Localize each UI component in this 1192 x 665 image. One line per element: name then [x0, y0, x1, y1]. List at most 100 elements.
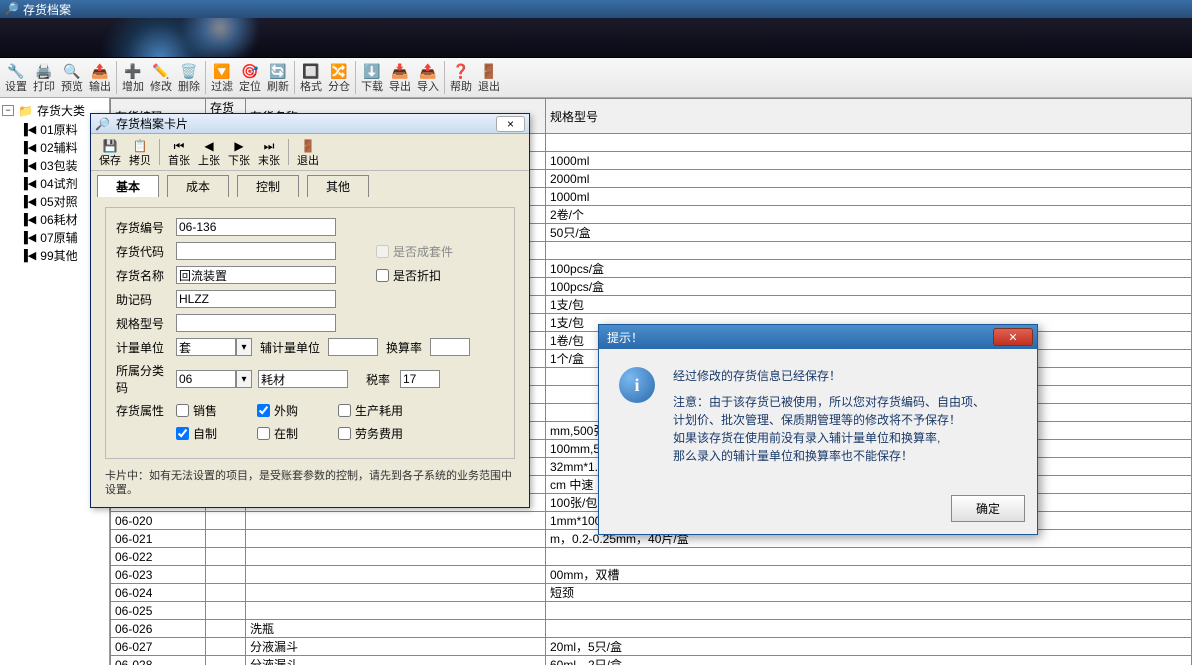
- card-toolbar-icon: 📋: [130, 137, 150, 155]
- kit-label: 是否成套件: [393, 243, 453, 260]
- card-toolbar-label: 下张: [228, 155, 250, 167]
- tree-leaf-icon: ▐◀: [20, 159, 36, 172]
- tree-leaf-icon: ▐◀: [20, 213, 36, 226]
- cell: [206, 530, 246, 548]
- toolbar-增加[interactable]: ➕增加: [119, 59, 147, 96]
- cell: 00mm，双槽: [546, 566, 1192, 584]
- table-row[interactable]: 06-025: [111, 602, 1192, 620]
- card-title: 存货档案卡片: [116, 115, 496, 132]
- cat-text-input[interactable]: [258, 370, 348, 388]
- cat-lookup-button[interactable]: ▾: [236, 370, 252, 388]
- card-toolbar-下张[interactable]: ▶下张: [225, 137, 253, 167]
- wip-checkbox[interactable]: [257, 427, 270, 440]
- tax-input[interactable]: [400, 370, 440, 388]
- mnemonic-input[interactable]: [176, 290, 336, 308]
- card-toolbar-退出[interactable]: 🚪退出: [294, 137, 322, 167]
- unit-input[interactable]: [176, 338, 236, 356]
- card-toolbar-上张[interactable]: ◀上张: [195, 137, 223, 167]
- unit-label: 计量单位: [116, 339, 172, 356]
- spec-input[interactable]: [176, 314, 336, 332]
- toolbar-导出[interactable]: 📥导出: [386, 59, 414, 96]
- tree-item-label: 06耗材: [40, 211, 77, 228]
- alias-input[interactable]: [176, 242, 336, 260]
- table-row[interactable]: 06-028分液漏斗60ml，2只/盒: [111, 656, 1192, 665]
- table-row[interactable]: 06-027分液漏斗20ml，5只/盒: [111, 638, 1192, 656]
- alias-label: 存货代码: [116, 243, 172, 260]
- card-toolbar-末张[interactable]: ⏭末张: [255, 137, 283, 167]
- card-toolbar-icon: 🚪: [298, 137, 318, 155]
- tree-leaf-icon: ▐◀: [20, 231, 36, 244]
- card-footnote: 卡片中：如有无法设置的项目，是受账套参数的控制，请先到各子系统的业务范围中设置。: [105, 469, 515, 497]
- toolbar-label: 帮助: [450, 81, 472, 93]
- toolbar-label: 定位: [239, 81, 261, 93]
- toolbar-修改[interactable]: ✏️修改: [147, 59, 175, 96]
- cat-input[interactable]: [176, 370, 236, 388]
- code-input[interactable]: [176, 218, 336, 236]
- wip-label: 在制: [274, 425, 298, 442]
- toolbar-分仓[interactable]: 🔀分仓: [325, 59, 353, 96]
- tree-root-label: 存货大类: [37, 102, 85, 119]
- labor-label: 劳务费用: [355, 425, 403, 442]
- cell: 100pcs/盒: [546, 278, 1192, 296]
- discount-label: 是否折扣: [393, 267, 441, 284]
- table-row[interactable]: 06-024短颈: [111, 584, 1192, 602]
- alert-title: 提示！: [603, 329, 993, 346]
- tab-其他[interactable]: 其他: [307, 175, 369, 197]
- toolbar-格式[interactable]: 🔲格式: [297, 59, 325, 96]
- toolbar-打印[interactable]: 🖨️打印: [30, 59, 58, 96]
- toolbar-刷新[interactable]: 🔄刷新: [264, 59, 292, 96]
- card-toolbar-label: 保存: [99, 155, 121, 167]
- toolbar-label: 预览: [61, 81, 83, 93]
- card-close-button[interactable]: ×: [496, 116, 525, 132]
- toolbar-帮助[interactable]: ❓帮助: [447, 59, 475, 96]
- discount-checkbox[interactable]: [376, 269, 389, 282]
- table-row[interactable]: 06-026洗瓶: [111, 620, 1192, 638]
- card-toolbar-label: 首张: [168, 155, 190, 167]
- sale-label: 销售: [193, 402, 217, 419]
- alert-titlebar[interactable]: 提示！ ✕: [599, 325, 1037, 349]
- tab-控制[interactable]: 控制: [237, 175, 299, 197]
- toolbar-下载[interactable]: ⬇️下载: [358, 59, 386, 96]
- card-toolbar-拷贝[interactable]: 📋拷贝: [126, 137, 154, 167]
- self-checkbox[interactable]: [176, 427, 189, 440]
- collapse-icon[interactable]: −: [2, 105, 14, 116]
- card-toolbar-label: 上张: [198, 155, 220, 167]
- aux-unit-input[interactable]: [328, 338, 378, 356]
- table-row[interactable]: 06-022: [111, 548, 1192, 566]
- table-row[interactable]: 06-023 00mm，双槽: [111, 566, 1192, 584]
- name-input[interactable]: [176, 266, 336, 284]
- toolbar-定位[interactable]: 🎯定位: [236, 59, 264, 96]
- toolbar-icon: 📥: [390, 63, 410, 81]
- cell: [546, 620, 1192, 638]
- unit-lookup-button[interactable]: ▾: [236, 338, 252, 356]
- toolbar-icon: ⬇️: [362, 63, 382, 81]
- labor-checkbox[interactable]: [338, 427, 351, 440]
- tab-成本[interactable]: 成本: [167, 175, 229, 197]
- toolbar-退出[interactable]: 🚪退出: [475, 59, 503, 96]
- consume-checkbox[interactable]: [338, 404, 351, 417]
- toolbar-label: 设置: [5, 81, 27, 93]
- card-toolbar-保存[interactable]: 💾保存: [96, 137, 124, 167]
- cell: [206, 548, 246, 566]
- sale-checkbox[interactable]: [176, 404, 189, 417]
- toolbar-icon: 📤: [90, 63, 110, 81]
- inventory-card-dialog: 🔎 存货档案卡片 × 💾保存📋拷贝 ⏮首张◀上张▶下张⏭末张 🚪退出 基本成本控制其…: [90, 113, 530, 508]
- rate-label: 换算率: [386, 339, 426, 356]
- rate-input[interactable]: [430, 338, 470, 356]
- toolbar-输出[interactable]: 📤输出: [86, 59, 114, 96]
- purchase-checkbox[interactable]: [257, 404, 270, 417]
- cell: 06-023: [111, 566, 206, 584]
- tab-基本[interactable]: 基本: [97, 175, 159, 197]
- col-header[interactable]: 规格型号: [546, 99, 1192, 134]
- toolbar-删除[interactable]: 🗑️删除: [175, 59, 203, 96]
- alert-ok-button[interactable]: 确定: [951, 495, 1025, 522]
- card-titlebar[interactable]: 🔎 存货档案卡片 ×: [91, 114, 529, 134]
- toolbar-icon: 🎯: [240, 63, 260, 81]
- toolbar-预览[interactable]: 🔍预览: [58, 59, 86, 96]
- toolbar-导入[interactable]: 📤导入: [414, 59, 442, 96]
- toolbar-设置[interactable]: 🔧设置: [2, 59, 30, 96]
- alert-close-button[interactable]: ✕: [993, 328, 1033, 346]
- toolbar-过滤[interactable]: 🔽过滤: [208, 59, 236, 96]
- card-toolbar-首张[interactable]: ⏮首张: [165, 137, 193, 167]
- main-toolbar: 🔧设置🖨️打印🔍预览📤输出➕增加✏️修改🗑️删除🔽过滤🎯定位🔄刷新🔲格式🔀分仓⬇…: [0, 58, 1192, 98]
